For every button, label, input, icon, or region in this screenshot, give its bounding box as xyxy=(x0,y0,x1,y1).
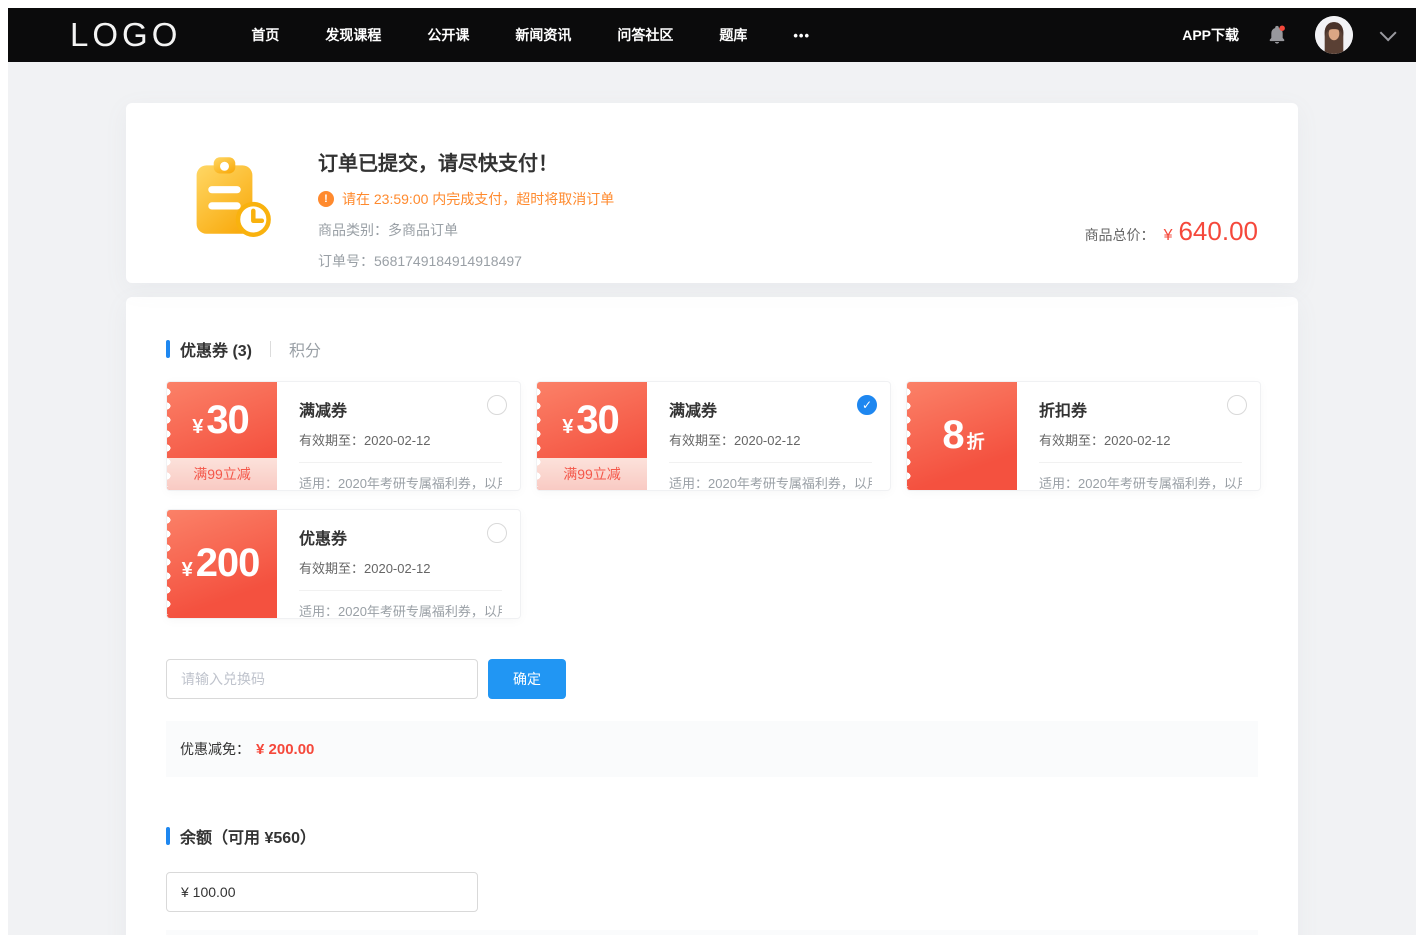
coupon-validity: 有效期至：2020-02-12 xyxy=(669,430,872,449)
order-number-label: 订单号： xyxy=(318,253,374,269)
account-chevron-down-icon[interactable] xyxy=(1380,24,1397,41)
redeem-code-input[interactable] xyxy=(166,659,478,699)
order-category-value: 多商品订单 xyxy=(388,222,458,238)
coupon-divider xyxy=(299,590,502,591)
coupon-divider xyxy=(669,462,872,463)
warning-icon: ! xyxy=(318,191,334,207)
nav-item-home[interactable]: 首页 xyxy=(251,25,279,45)
order-clipboard-clock-icon xyxy=(184,149,274,243)
coupon-currency: ¥ xyxy=(192,416,203,439)
discount-summary-row: 优惠减免： ¥ 200.00 xyxy=(166,721,1258,777)
order-category-row: 商品类别：多商品订单 xyxy=(318,220,614,240)
coupon-validity: 有效期至：2020-02-12 xyxy=(299,558,502,577)
coupon-detail: 满减券 有效期至：2020-02-12 适用：2020年考研专属福利券，以用..… xyxy=(647,382,890,490)
payment-options-card: 优惠券 (3) 积分 ¥30 满99立减 满减券 xyxy=(126,297,1298,935)
order-info: 订单已提交，请尽快支付！ ! 请在 23:59:00 内完成支付，超时将取消订单… xyxy=(318,147,614,283)
nav-item-question-bank[interactable]: 题库 xyxy=(719,25,747,45)
coupon-amount: 8 xyxy=(942,413,963,458)
coupon-card[interactable]: ¥200 优惠券 有效期至：2020-02-12 适用：2020年考研专属福利券… xyxy=(166,509,521,619)
coupon-scope: 适用：2020年考研专属福利券，以用... xyxy=(299,601,502,619)
discount-value: ¥ 200.00 xyxy=(256,741,314,758)
coupon-value-panel: ¥30 满99立减 xyxy=(167,382,277,490)
payment-deadline-row: ! 请在 23:59:00 内完成支付，超时将取消订单 xyxy=(318,189,614,209)
nav-item-discover-courses[interactable]: 发现课程 xyxy=(325,25,381,45)
order-number-row: 订单号：5681749184914918497 xyxy=(318,251,614,271)
content-container: 订单已提交，请尽快支付！ ! 请在 23:59:00 内完成支付，超时将取消订单… xyxy=(126,103,1298,935)
order-category-label: 商品类别： xyxy=(318,222,388,238)
order-total-label: 商品总价： xyxy=(1085,225,1155,245)
section-accent-bar xyxy=(166,827,170,845)
payment-deadline-text: 请在 23:59:00 内完成支付，超时将取消订单 xyxy=(342,189,614,209)
coupon-name: 优惠券 xyxy=(299,525,502,549)
coupon-value-panel: 8折 xyxy=(907,382,1017,490)
coupon-detail: 折扣券 有效期至：2020-02-12 适用：2020年考研专属福利券，以用..… xyxy=(1017,382,1260,490)
tab-coupons[interactable]: 优惠券 (3) xyxy=(180,337,252,361)
coupon-card[interactable]: ¥30 满99立减 满减券 有效期至：2020-02-12 适用：2020年考研… xyxy=(166,381,521,491)
tab-divider xyxy=(270,341,271,357)
coupon-scope: 适用：2020年考研专属福利券，以用... xyxy=(669,473,872,491)
coupon-validity: 有效期至：2020-02-12 xyxy=(1039,430,1242,449)
top-nav: LOGO 首页 发现课程 公开课 新闻资讯 问答社区 题库 ••• APP下载 xyxy=(8,8,1416,62)
order-total-currency: ¥ xyxy=(1164,227,1173,245)
order-status-card: 订单已提交，请尽快支付！ ! 请在 23:59:00 内完成支付，超时将取消订单… xyxy=(126,103,1298,283)
coupon-condition: 满99立减 xyxy=(537,458,647,490)
notification-bell-icon[interactable] xyxy=(1266,23,1288,47)
coupon-radio[interactable] xyxy=(1227,395,1247,415)
coupon-currency: ¥ xyxy=(562,416,573,439)
balance-title: 余额（可用 ¥560） xyxy=(180,824,316,848)
next-summary-row xyxy=(166,930,1258,935)
coupon-amount-unit: 折 xyxy=(967,428,985,454)
page-background: 订单已提交，请尽快支付！ ! 请在 23:59:00 内完成支付，超时将取消订单… xyxy=(8,62,1416,935)
coupon-amount: 200 xyxy=(196,541,260,586)
nav-item-news[interactable]: 新闻资讯 xyxy=(515,25,571,45)
order-title: 订单已提交，请尽快支付！ xyxy=(318,147,614,176)
coupon-value-panel: ¥30 满99立减 xyxy=(537,382,647,490)
page-frame: LOGO 首页 发现课程 公开课 新闻资讯 问答社区 题库 ••• APP下载 xyxy=(8,8,1416,935)
redeem-code-row: 确定 xyxy=(166,659,1258,699)
coupon-value-panel: ¥200 xyxy=(167,510,277,618)
coupon-card[interactable]: ¥30 满99立减 满减券 有效期至：2020-02-12 适用：2020年考研… xyxy=(536,381,891,491)
coupon-condition: 满99立减 xyxy=(167,458,277,490)
coupon-divider xyxy=(299,462,502,463)
nav-menu: 首页 发现课程 公开课 新闻资讯 问答社区 题库 ••• xyxy=(251,25,810,45)
coupon-amount: 30 xyxy=(576,398,619,443)
tab-points[interactable]: 积分 xyxy=(289,337,321,361)
coupon-radio-selected[interactable] xyxy=(857,395,877,415)
coupon-amount: 30 xyxy=(206,398,249,443)
discount-label: 优惠减免： xyxy=(180,739,250,759)
coupon-name: 满减券 xyxy=(299,397,502,421)
coupon-radio[interactable] xyxy=(487,395,507,415)
coupon-name: 满减券 xyxy=(669,397,872,421)
order-total-value: 640.00 xyxy=(1178,216,1258,247)
coupon-name: 折扣券 xyxy=(1039,397,1242,421)
coupon-currency: ¥ xyxy=(182,559,193,582)
nav-right-group: APP下载 xyxy=(1182,16,1392,54)
coupon-detail: 满减券 有效期至：2020-02-12 适用：2020年考研专属福利券，以用..… xyxy=(277,382,520,490)
user-avatar[interactable] xyxy=(1315,16,1353,54)
coupon-card[interactable]: 8折 折扣券 有效期至：2020-02-12 适用：2020年考研专属福利券，以… xyxy=(906,381,1261,491)
order-total: 商品总价： ¥ 640.00 xyxy=(1085,216,1258,247)
nav-more-icon[interactable]: ••• xyxy=(793,28,810,43)
coupon-list: ¥30 满99立减 满减券 有效期至：2020-02-12 适用：2020年考研… xyxy=(166,381,1266,619)
app-download-link[interactable]: APP下载 xyxy=(1182,25,1239,45)
nav-item-qa-community[interactable]: 问答社区 xyxy=(617,25,673,45)
redeem-confirm-button[interactable]: 确定 xyxy=(488,659,566,699)
coupon-divider xyxy=(1039,462,1242,463)
coupon-section-header: 优惠券 (3) 积分 xyxy=(166,337,1258,361)
section-accent-bar xyxy=(166,340,170,358)
balance-amount-input[interactable] xyxy=(166,872,478,912)
coupon-detail: 优惠券 有效期至：2020-02-12 适用：2020年考研专属福利券，以用..… xyxy=(277,510,520,618)
logo: LOGO xyxy=(70,16,181,54)
coupon-scope: 适用：2020年考研专属福利券，以用... xyxy=(1039,473,1242,491)
balance-section-header: 余额（可用 ¥560） xyxy=(166,824,1258,848)
nav-item-open-courses[interactable]: 公开课 xyxy=(427,25,469,45)
order-number-value: 5681749184914918497 xyxy=(374,253,522,269)
coupon-radio[interactable] xyxy=(487,523,507,543)
coupon-scope: 适用：2020年考研专属福利券，以用... xyxy=(299,473,502,491)
coupon-validity: 有效期至：2020-02-12 xyxy=(299,430,502,449)
